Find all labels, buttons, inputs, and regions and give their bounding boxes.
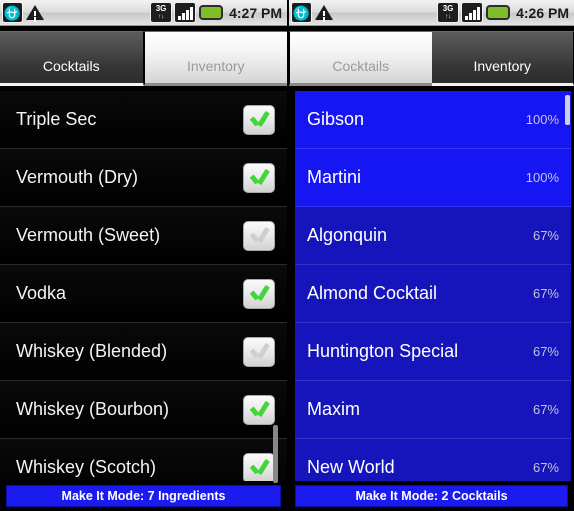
cocktail-name: Huntington Special	[307, 341, 459, 361]
check-icon	[250, 229, 268, 243]
network-3g-icon: 3G ↑↓	[438, 3, 459, 22]
ingredient-name: Vermouth (Dry)	[16, 167, 139, 187]
tab-cocktails[interactable]: Cocktails	[289, 31, 432, 86]
list-item[interactable]: Martini 100%	[295, 149, 571, 207]
cocktail-name: Martini	[307, 167, 362, 187]
phone-screen-right: ⛎ 3G ↑↓ 4:26 PM Cocktails Inventory Gibs…	[287, 0, 574, 511]
status-bar-clock: 4:27 PM	[229, 4, 282, 21]
usb-icon: ⛎	[3, 3, 22, 22]
ingredient-name: Whiskey (Blended)	[16, 341, 168, 361]
cocktail-percent: 67%	[532, 286, 559, 301]
status-bar-right: ⛎ 3G ↑↓ 4:26 PM	[289, 0, 574, 26]
signal-bars-icon	[175, 3, 196, 22]
status-bar-right-icons: 3G ↑↓ 4:26 PM	[438, 3, 569, 22]
check-icon	[250, 345, 268, 359]
list-item[interactable]: Vermouth (Sweet)	[0, 207, 287, 265]
list-item[interactable]: Whiskey (Bourbon)	[0, 381, 287, 439]
list-item[interactable]: Vodka	[0, 265, 287, 323]
list-item[interactable]: Gibson 100%	[295, 91, 571, 149]
tab-cocktails-label: Cocktails	[332, 58, 390, 74]
tab-bar-left: Cocktails Inventory	[0, 26, 287, 86]
list-item[interactable]: Whiskey (Scotch)	[0, 439, 287, 481]
list-item[interactable]: Almond Cocktail 67%	[295, 265, 571, 323]
ingredient-name: Whiskey (Bourbon)	[16, 399, 170, 419]
list-item[interactable]: Vermouth (Dry)	[0, 149, 287, 207]
list-item[interactable]: Huntington Special 67%	[295, 323, 571, 381]
network-3g-icon: 3G ↑↓	[151, 3, 172, 22]
cocktail-name: Maxim	[307, 399, 360, 419]
cocktail-name: Almond Cocktail	[307, 283, 438, 303]
cocktail-name: New World	[307, 457, 395, 477]
list-item[interactable]: Algonquin 67%	[295, 207, 571, 265]
cocktail-name: Algonquin	[307, 225, 388, 245]
ingredient-checkbox[interactable]	[243, 336, 275, 367]
make-it-mode-status-bar[interactable]: Make It Mode: 7 Ingredients	[6, 485, 281, 507]
signal-bars-icon	[462, 3, 483, 22]
check-icon	[250, 403, 268, 417]
check-icon	[250, 113, 268, 127]
ingredient-checkbox[interactable]	[243, 104, 275, 135]
check-icon	[250, 287, 268, 301]
cocktail-percent: 100%	[525, 112, 559, 127]
check-icon	[250, 461, 268, 475]
tab-inventory-label: Inventory	[186, 58, 245, 74]
tab-cocktails-label: Cocktails	[42, 58, 100, 74]
battery-icon	[486, 5, 511, 20]
tab-inventory-label: Inventory	[473, 58, 532, 74]
network-3g-label: 3G	[442, 3, 454, 13]
cocktail-percent: 67%	[532, 228, 559, 243]
cocktail-name: Gibson	[307, 109, 365, 129]
scrollbar-thumb[interactable]	[273, 425, 278, 483]
status-bar-right-icons: 3G ↑↓ 4:27 PM	[151, 3, 282, 22]
phone-screen-left: ⛎ 3G ↑↓ 4:27 PM Cocktails Inventory Trip…	[0, 0, 287, 511]
list-item[interactable]: Whiskey (Blended)	[0, 323, 287, 381]
tab-inventory[interactable]: Inventory	[431, 31, 574, 86]
cocktail-percent: 67%	[532, 460, 559, 475]
ingredient-name: Triple Sec	[16, 109, 97, 129]
cocktail-percent: 100%	[525, 170, 559, 185]
tab-bar-right: Cocktails Inventory	[289, 26, 574, 86]
ingredient-name: Whiskey (Scotch)	[16, 457, 157, 477]
ingredient-checkbox[interactable]	[243, 394, 275, 425]
status-bar-left: ⛎ 3G ↑↓ 4:27 PM	[0, 0, 287, 26]
screenshot-pair: ⛎ 3G ↑↓ 4:27 PM Cocktails Inventory Trip…	[0, 0, 574, 511]
cocktail-percent: 67%	[532, 344, 559, 359]
network-arrows-label: ↑↓	[445, 13, 452, 20]
status-bar-clock: 4:26 PM	[516, 4, 569, 21]
usb-icon: ⛎	[292, 3, 311, 22]
tab-cocktails[interactable]: Cocktails	[0, 31, 144, 86]
ingredient-name: Vodka	[16, 283, 67, 303]
network-3g-label: 3G	[155, 3, 167, 13]
warning-icon	[26, 3, 45, 22]
ingredient-checkbox[interactable]	[243, 162, 275, 193]
tab-inventory[interactable]: Inventory	[143, 31, 287, 86]
ingredient-checkbox[interactable]	[243, 278, 275, 309]
status-bar-left-icons: ⛎	[292, 3, 334, 22]
scrollbar-thumb[interactable]	[565, 95, 570, 125]
list-item[interactable]: New World 67%	[295, 439, 571, 481]
ingredient-name: Vermouth (Sweet)	[16, 225, 161, 245]
network-arrows-label: ↑↓	[158, 13, 165, 20]
check-icon	[250, 171, 268, 185]
list-item[interactable]: Maxim 67%	[295, 381, 571, 439]
cocktail-percent: 67%	[532, 402, 559, 417]
ingredients-list[interactable]: Triple Sec Vermouth (Dry) Vermouth (Swee…	[0, 91, 287, 481]
make-it-mode-status-bar[interactable]: Make It Mode: 2 Cocktails	[295, 485, 568, 507]
status-bar-left-icons: ⛎	[3, 3, 45, 22]
battery-icon	[199, 5, 224, 20]
ingredient-checkbox[interactable]	[243, 220, 275, 251]
ingredient-checkbox[interactable]	[243, 452, 275, 481]
list-item[interactable]: Triple Sec	[0, 91, 287, 149]
cocktails-list[interactable]: Gibson 100% Martini 100% Algonquin 67% A…	[289, 91, 574, 481]
warning-icon	[315, 3, 334, 22]
